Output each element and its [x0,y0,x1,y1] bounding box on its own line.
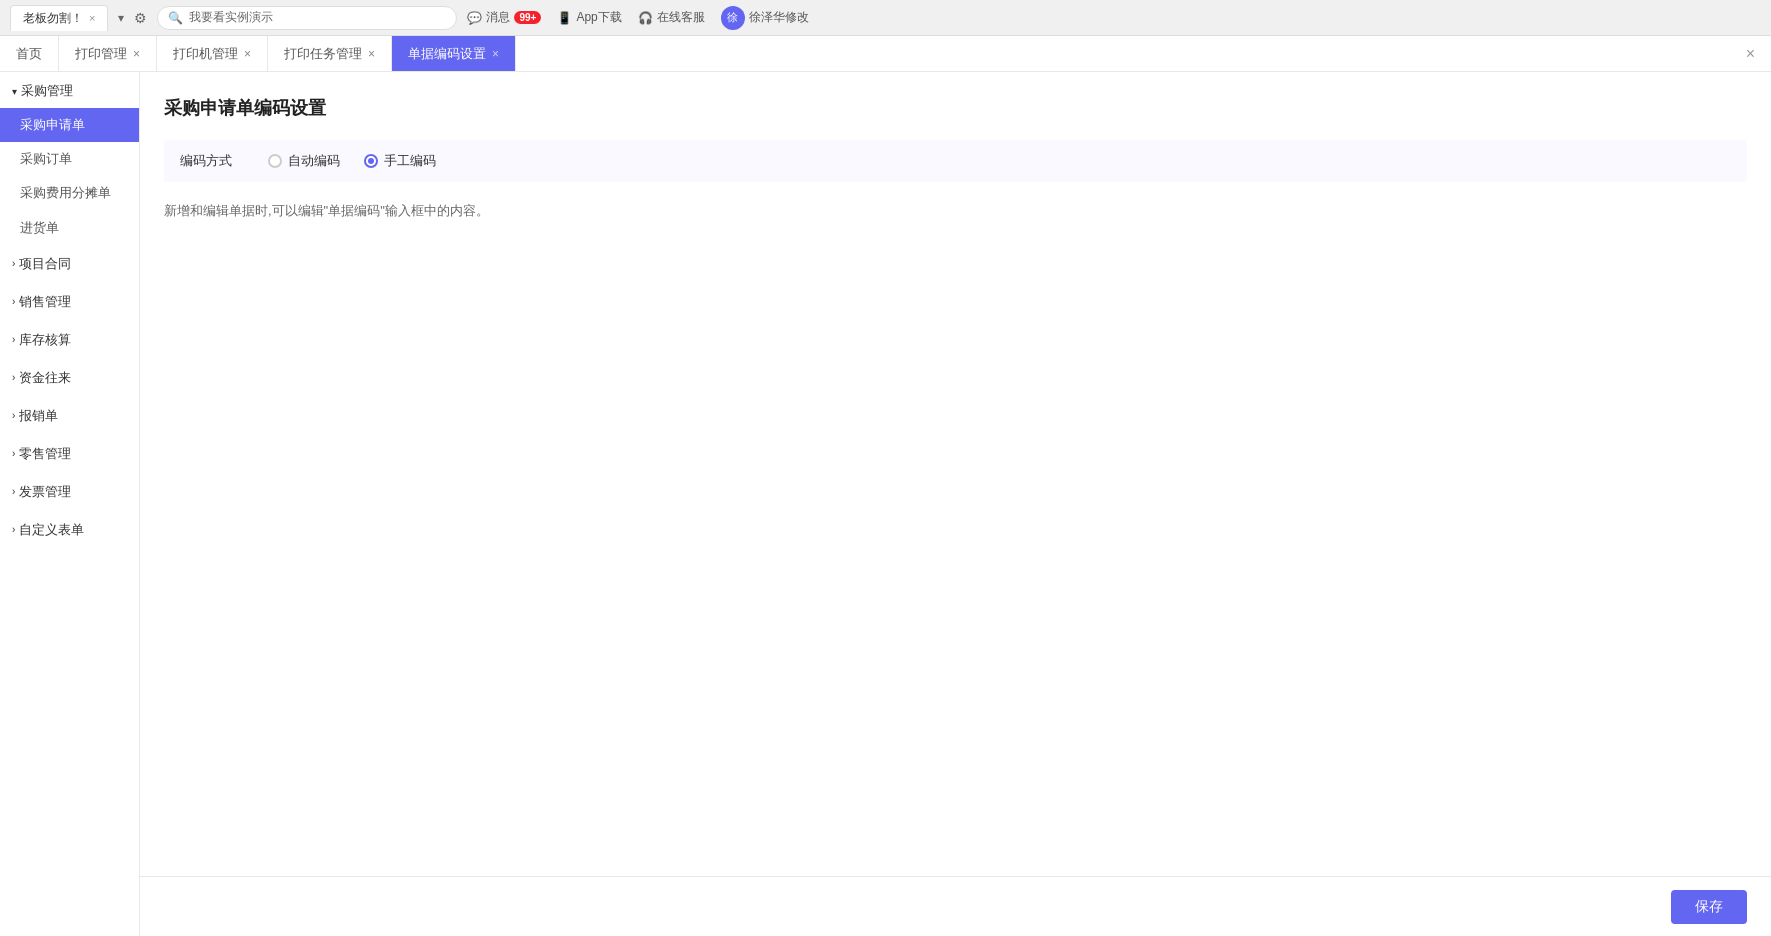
app-download-item[interactable]: 📱 App下载 [557,9,621,26]
tab-home-label: 首页 [16,45,42,63]
message-label: 消息 [486,9,510,26]
message-badge: 99+ [514,11,541,24]
sidebar-item-purchase-order-label: 采购订单 [20,151,72,166]
auto-code-option[interactable]: 自动编码 [268,152,340,170]
chevron-right-icon: › [12,334,15,345]
sidebar-group-custom-form-label: 自定义表单 [19,521,84,539]
tab-printer-management[interactable]: 打印机管理 × [157,36,268,71]
search-text: 我要看实例演示 [189,9,273,26]
main-layout: ▾ 采购管理 采购申请单 采购订单 采购费用分摊单 进货单 › 项目合同 › 销… [0,72,1771,936]
chevron-right-icon: › [12,258,15,269]
sidebar-group-purchase[interactable]: ▾ 采购管理 [0,72,139,108]
chevron-right-icon: › [12,448,15,459]
content-area: 采购申请单编码设置 编码方式 自动编码 手工编码 新增和编辑单据时,可以编辑"单… [140,72,1771,936]
sidebar-group-expense-label: 报销单 [19,407,58,425]
bottom-bar: 保存 [140,876,1771,936]
message-icon: 💬 [467,11,482,25]
chevron-right-icon: › [12,486,15,497]
browser-bar: 老板勿割！ × ▾ ⚙ 🔍 我要看实例演示 💬 消息 99+ 📱 App下载 🎧… [0,0,1771,36]
content-inner: 采购申请单编码设置 编码方式 自动编码 手工编码 新增和编辑单据时,可以编辑"单… [140,72,1771,876]
sidebar-group-invoice[interactable]: › 发票管理 [0,473,139,511]
sidebar-group-retail[interactable]: › 零售管理 [0,435,139,473]
tab-printer-management-label: 打印机管理 [173,45,238,63]
sidebar-item-purchase-fee[interactable]: 采购费用分摊单 [0,176,139,210]
chevron-right-icon: › [12,410,15,421]
sidebar-group-expense[interactable]: › 报销单 [0,397,139,435]
sidebar-group-purchase-label: 采购管理 [21,82,73,100]
app-download-icon: 📱 [557,11,572,25]
sidebar-group-retail-label: 零售管理 [19,445,71,463]
sidebar-item-stock-in[interactable]: 进货单 [0,211,139,245]
avatar: 徐 [721,6,745,30]
app-download-label: App下载 [576,9,621,26]
coding-method-label: 编码方式 [180,152,232,170]
settings-icon[interactable]: ⚙ [134,10,147,26]
tab-printer-management-close[interactable]: × [244,47,251,61]
auto-code-radio[interactable] [268,154,282,168]
coding-method-row: 编码方式 自动编码 手工编码 [164,140,1747,182]
tab-single-code-setting-close[interactable]: × [492,47,499,61]
sidebar-item-purchase-request-label: 采购申请单 [20,117,85,132]
user-name: 徐泽华修改 [749,9,809,26]
headset-icon: 🎧 [638,11,653,25]
sidebar-group-invoice-label: 发票管理 [19,483,71,501]
manual-code-label: 手工编码 [384,152,436,170]
sidebar-group-sales-label: 销售管理 [19,293,71,311]
header-right: 💬 消息 99+ 📱 App下载 🎧 在线客服 徐 徐泽华修改 [467,6,808,30]
tab-print-management-label: 打印管理 [75,45,127,63]
sidebar-item-stock-in-label: 进货单 [20,220,59,235]
sidebar-group-inventory-label: 库存核算 [19,331,71,349]
avatar-initial: 徐 [727,10,738,25]
manual-code-option[interactable]: 手工编码 [364,152,436,170]
top-nav-right: × [1746,36,1771,71]
sidebar-item-purchase-request[interactable]: 采购申请单 [0,108,139,142]
tab-print-management-close[interactable]: × [133,47,140,61]
sidebar-item-purchase-order[interactable]: 采购订单 [0,142,139,176]
tab-single-code-setting[interactable]: 单据编码设置 × [392,36,516,71]
chevron-right-icon: › [12,524,15,535]
sidebar-group-capital-label: 资金往来 [19,369,71,387]
chevron-down-icon[interactable]: ▾ [118,11,124,25]
tab-print-management[interactable]: 打印管理 × [59,36,157,71]
window-close-icon[interactable]: × [1746,45,1755,63]
chevron-right-icon: › [12,296,15,307]
sidebar: ▾ 采购管理 采购申请单 采购订单 采购费用分摊单 进货单 › 项目合同 › 销… [0,72,140,936]
sidebar-group-capital[interactable]: › 资金往来 [0,359,139,397]
browser-tab[interactable]: 老板勿割！ × [10,5,108,31]
tab-print-task-close[interactable]: × [368,47,375,61]
user-item[interactable]: 徐 徐泽华修改 [721,6,809,30]
online-service-item[interactable]: 🎧 在线客服 [638,9,705,26]
page-title: 采购申请单编码设置 [164,96,1747,120]
browser-search-bar[interactable]: 🔍 我要看实例演示 [157,6,457,30]
online-service-label: 在线客服 [657,9,705,26]
sidebar-group-project[interactable]: › 项目合同 [0,245,139,283]
top-nav: 首页 打印管理 × 打印机管理 × 打印任务管理 × 单据编码设置 × × [0,36,1771,72]
sidebar-group-project-label: 项目合同 [19,255,71,273]
sidebar-group-sales[interactable]: › 销售管理 [0,283,139,321]
tab-print-task-label: 打印任务管理 [284,45,362,63]
auto-code-label: 自动编码 [288,152,340,170]
sidebar-group-inventory[interactable]: › 库存核算 [0,321,139,359]
save-button[interactable]: 保存 [1671,890,1747,924]
chevron-down-icon: ▾ [12,86,17,97]
search-icon: 🔍 [168,11,183,25]
browser-tab-close[interactable]: × [89,12,95,24]
tab-home[interactable]: 首页 [0,36,59,71]
chevron-right-icon: › [12,372,15,383]
message-item[interactable]: 💬 消息 99+ [467,9,541,26]
sidebar-group-custom-form[interactable]: › 自定义表单 [0,511,139,549]
description-text: 新增和编辑单据时,可以编辑"单据编码"输入框中的内容。 [164,202,1747,220]
browser-tab-text: 老板勿割！ [23,10,83,27]
manual-code-radio[interactable] [364,154,378,168]
sidebar-item-purchase-fee-label: 采购费用分摊单 [20,185,111,200]
tab-single-code-setting-label: 单据编码设置 [408,45,486,63]
tab-print-task[interactable]: 打印任务管理 × [268,36,392,71]
